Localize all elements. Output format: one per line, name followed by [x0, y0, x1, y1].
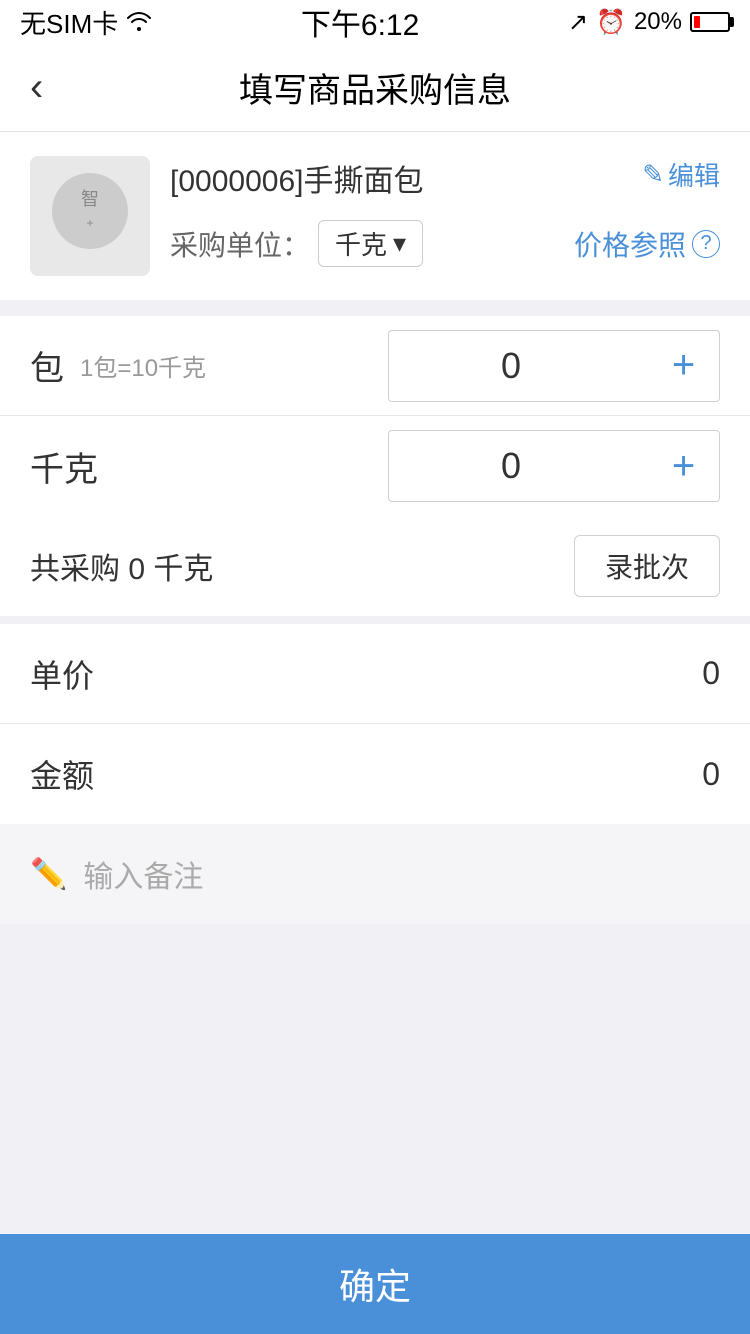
bag-label-text: 包	[30, 341, 64, 390]
product-logo: 智 +	[50, 171, 130, 261]
kg-quantity-row: 千克 +	[0, 416, 750, 516]
kg-input-group: +	[388, 430, 720, 502]
edit-button[interactable]: ✎ 编辑	[642, 156, 720, 193]
unit-select[interactable]: 千克 ▾	[318, 220, 423, 267]
dropdown-arrow: ▾	[393, 228, 406, 259]
divider-1	[0, 308, 750, 316]
nav-bar: ‹ 填写商品采购信息	[0, 44, 750, 132]
status-time: 下午6:12	[301, 0, 419, 44]
unit-value: 千克	[335, 225, 387, 262]
kg-plus-button[interactable]: +	[648, 430, 720, 502]
status-right: ↗ ⏰ 20%	[568, 8, 730, 37]
status-left: 无SIM卡	[20, 4, 152, 41]
unit-price-label: 单价	[30, 651, 94, 697]
price-ref-label: 价格参照	[574, 224, 686, 264]
amount-value: 0	[702, 756, 720, 793]
battery-percentage: 20%	[634, 8, 682, 36]
notes-section[interactable]: ✏️ 输入备注	[0, 824, 750, 924]
svg-text:智: 智	[81, 189, 99, 209]
status-bar: 无SIM卡 下午6:12 ↗ ⏰ 20%	[0, 0, 750, 44]
unit-price-value: 0	[702, 655, 720, 692]
svg-text:+: +	[86, 216, 93, 230]
battery-icon	[690, 12, 730, 32]
confirm-button[interactable]: 确定	[0, 1234, 750, 1334]
notes-icon: ✏️	[30, 857, 67, 892]
product-info: [0000006]手撕面包 ✎ 编辑 采购单位： 千克 ▾ 价格参照 ?	[170, 156, 720, 267]
carrier-text: 无SIM卡	[20, 4, 118, 41]
kg-label-text: 千克	[30, 442, 98, 491]
summary-text: 共采购 0 千克	[30, 544, 213, 588]
fill-area	[0, 924, 750, 1224]
bag-hint: 1包=10千克	[80, 348, 206, 383]
back-button[interactable]: ‹	[30, 65, 43, 110]
confirm-label: 确定	[339, 1258, 411, 1310]
unit-label-text: 采购单位：	[170, 224, 310, 264]
wifi-icon	[126, 7, 152, 38]
location-icon: ↗	[568, 8, 588, 37]
notes-placeholder: 输入备注	[83, 852, 203, 896]
divider-2	[0, 616, 750, 624]
bag-plus-button[interactable]: +	[648, 330, 720, 402]
bag-label: 包 1包=10千克	[30, 341, 206, 390]
kg-label: 千克	[30, 442, 98, 491]
batch-button[interactable]: 录批次	[574, 535, 720, 597]
product-header: [0000006]手撕面包 ✎ 编辑	[170, 156, 720, 200]
alarm-icon: ⏰	[596, 8, 626, 37]
summary-row: 共采购 0 千克 录批次	[0, 516, 750, 616]
product-image: 智 +	[30, 156, 150, 276]
edit-icon: ✎	[642, 159, 664, 190]
kg-quantity-input[interactable]	[388, 430, 648, 502]
page-title: 填写商品采购信息	[239, 63, 511, 112]
bag-quantity-row: 包 1包=10千克 +	[0, 316, 750, 416]
product-name: [0000006]手撕面包	[170, 156, 423, 200]
bag-input-group: +	[388, 330, 720, 402]
product-card: 智 + [0000006]手撕面包 ✎ 编辑 采购单位： 千克 ▾ 价格参照 ?	[0, 132, 750, 308]
unit-price-row: 单价 0	[0, 624, 750, 724]
amount-label: 金额	[30, 751, 94, 797]
unit-label: 采购单位： 千克 ▾	[170, 220, 423, 267]
product-unit-row: 采购单位： 千克 ▾ 价格参照 ?	[170, 220, 720, 267]
price-ref-button[interactable]: 价格参照 ?	[574, 224, 720, 264]
amount-row: 金额 0	[0, 724, 750, 824]
edit-label: 编辑	[668, 156, 720, 193]
price-ref-help-icon: ?	[692, 230, 720, 258]
price-section: 单价 0 金额 0	[0, 624, 750, 824]
quantity-section: 包 1包=10千克 + 千克 +	[0, 316, 750, 516]
bag-quantity-input[interactable]	[388, 330, 648, 402]
